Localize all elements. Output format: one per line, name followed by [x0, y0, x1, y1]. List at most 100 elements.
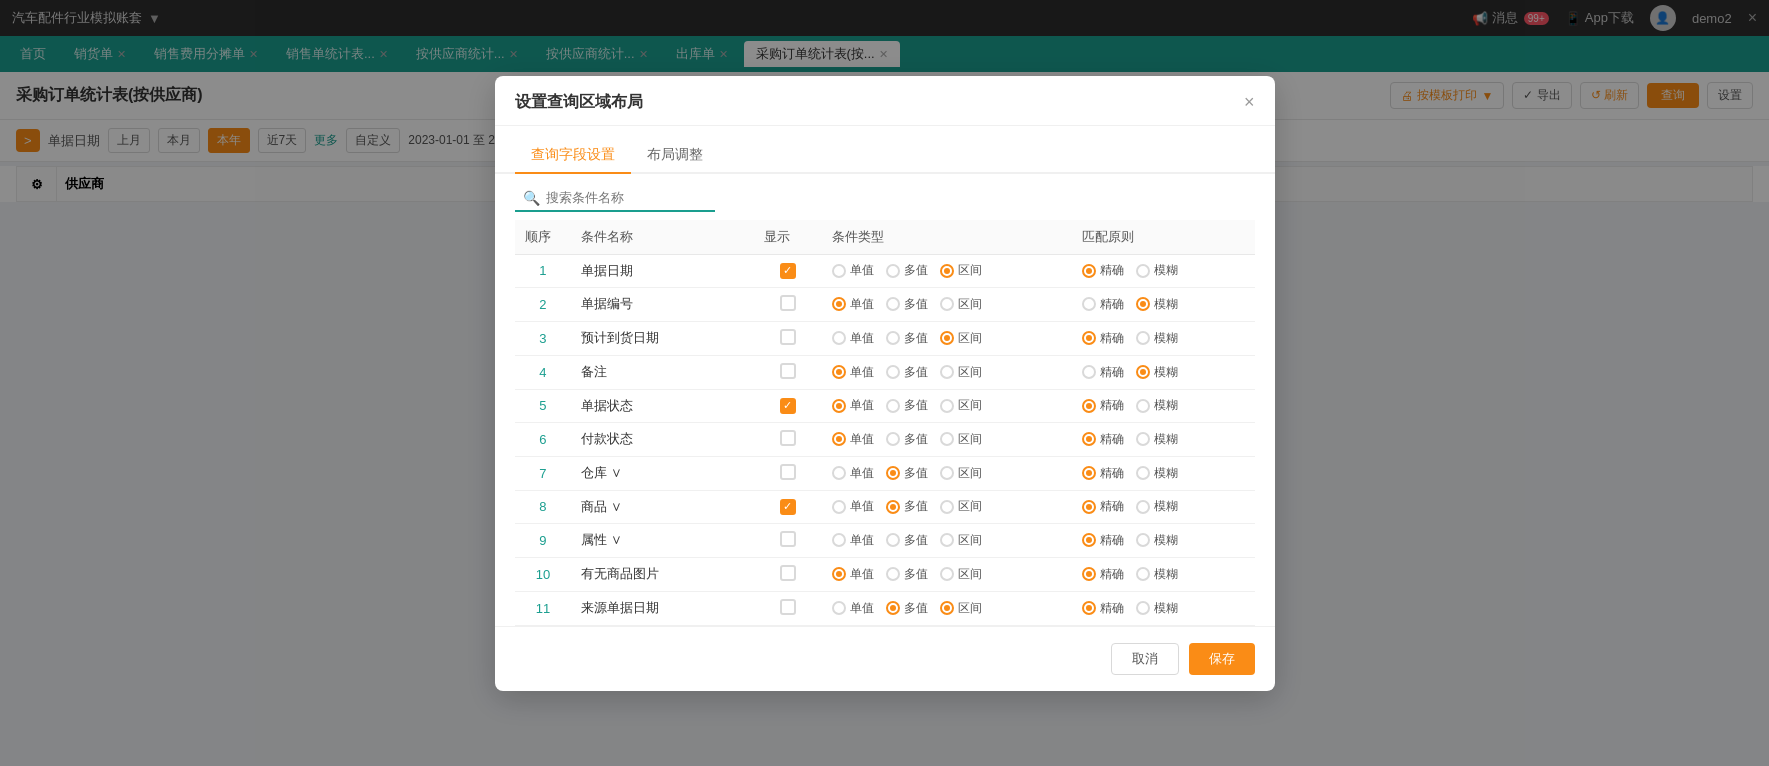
cell-show-4[interactable]	[754, 389, 822, 422]
radio-match-exact-2[interactable]: 精确	[1082, 330, 1124, 347]
radio-type-single-0[interactable]: 单值	[832, 262, 874, 279]
cell-show-2[interactable]	[754, 321, 822, 355]
radio-label-match-fuzzy-10: 模糊	[1154, 600, 1178, 617]
radio-match-exact-7[interactable]: 精确	[1082, 498, 1124, 515]
radio-circle-match-fuzzy-9	[1136, 567, 1150, 581]
radio-type-range-4[interactable]: 区间	[940, 397, 982, 414]
table-row: 9属性 ∨单值多值区间精确模糊	[515, 523, 1255, 557]
cell-order-5: 6	[515, 422, 572, 456]
modal-title: 设置查询区域布局	[515, 92, 643, 113]
radio-match-exact-10[interactable]: 精确	[1082, 600, 1124, 617]
radio-match-fuzzy-8[interactable]: 模糊	[1136, 532, 1178, 549]
radio-match-fuzzy-10[interactable]: 模糊	[1136, 600, 1178, 617]
radio-match-fuzzy-1[interactable]: 模糊	[1136, 296, 1178, 313]
radio-circle-type-single-0	[832, 264, 846, 278]
checkbox-10[interactable]	[780, 599, 796, 615]
radio-match-exact-6[interactable]: 精确	[1082, 465, 1124, 482]
cell-show-3[interactable]	[754, 355, 822, 389]
radio-type-range-2[interactable]: 区间	[940, 330, 982, 347]
radio-circle-type-multi-1	[886, 297, 900, 311]
radio-match-fuzzy-3[interactable]: 模糊	[1136, 364, 1178, 381]
cell-show-10[interactable]	[754, 591, 822, 625]
radio-type-range-5[interactable]: 区间	[940, 431, 982, 448]
radio-type-multi-0[interactable]: 多值	[886, 262, 928, 279]
checkbox-2[interactable]	[780, 329, 796, 345]
radio-type-single-3[interactable]: 单值	[832, 364, 874, 381]
radio-type-single-6[interactable]: 单值	[832, 465, 874, 482]
save-btn[interactable]: 保存	[1189, 643, 1255, 675]
checkbox-9[interactable]	[780, 565, 796, 581]
radio-label-type-multi-6: 多值	[904, 465, 928, 482]
radio-type-single-2[interactable]: 单值	[832, 330, 874, 347]
cancel-btn[interactable]: 取消	[1111, 643, 1179, 675]
checkbox-3[interactable]	[780, 363, 796, 379]
radio-match-fuzzy-6[interactable]: 模糊	[1136, 465, 1178, 482]
cell-show-8[interactable]	[754, 523, 822, 557]
radio-type-range-9[interactable]: 区间	[940, 566, 982, 583]
cell-show-6[interactable]	[754, 456, 822, 490]
radio-type-multi-2[interactable]: 多值	[886, 330, 928, 347]
radio-type-multi-6[interactable]: 多值	[886, 465, 928, 482]
radio-match-exact-9[interactable]: 精确	[1082, 566, 1124, 583]
radio-match-fuzzy-0[interactable]: 模糊	[1136, 262, 1178, 279]
checkbox-6[interactable]	[780, 464, 796, 480]
radio-type-range-10[interactable]: 区间	[940, 600, 982, 617]
radio-type-multi-9[interactable]: 多值	[886, 566, 928, 583]
radio-match-fuzzy-9[interactable]: 模糊	[1136, 566, 1178, 583]
radio-match-exact-4[interactable]: 精确	[1082, 397, 1124, 414]
radio-type-range-3[interactable]: 区间	[940, 364, 982, 381]
radio-match-exact-5[interactable]: 精确	[1082, 431, 1124, 448]
radio-type-multi-4[interactable]: 多值	[886, 397, 928, 414]
radio-label-type-multi-10: 多值	[904, 600, 928, 617]
radio-match-fuzzy-7[interactable]: 模糊	[1136, 498, 1178, 515]
radio-type-multi-1[interactable]: 多值	[886, 296, 928, 313]
radio-type-range-8[interactable]: 区间	[940, 532, 982, 549]
tab-query-settings[interactable]: 查询字段设置	[515, 138, 631, 174]
radio-type-multi-5[interactable]: 多值	[886, 431, 928, 448]
radio-match-exact-8[interactable]: 精确	[1082, 532, 1124, 549]
settings-modal: 设置查询区域布局 × 查询字段设置 布局调整 🔍	[495, 76, 1275, 691]
search-input[interactable]	[546, 190, 696, 205]
radio-type-range-6[interactable]: 区间	[940, 465, 982, 482]
radio-type-range-1[interactable]: 区间	[940, 296, 982, 313]
radio-type-single-8[interactable]: 单值	[832, 532, 874, 549]
radio-type-multi-7[interactable]: 多值	[886, 498, 928, 515]
tab-layout-adjust[interactable]: 布局调整	[631, 138, 719, 174]
cell-match-9: 精确模糊	[1072, 557, 1254, 591]
checkbox-5[interactable]	[780, 430, 796, 446]
radio-circle-type-range-5	[940, 432, 954, 446]
radio-type-single-1[interactable]: 单值	[832, 296, 874, 313]
radio-label-type-single-0: 单值	[850, 262, 874, 279]
modal-close-btn[interactable]: ×	[1244, 93, 1255, 111]
cell-show-5[interactable]	[754, 422, 822, 456]
radio-type-single-10[interactable]: 单值	[832, 600, 874, 617]
checkbox-7[interactable]	[780, 499, 796, 515]
checkbox-0[interactable]	[780, 263, 796, 279]
radio-type-multi-8[interactable]: 多值	[886, 532, 928, 549]
radio-match-exact-1[interactable]: 精确	[1082, 296, 1124, 313]
radio-type-range-0[interactable]: 区间	[940, 262, 982, 279]
radio-type-single-4[interactable]: 单值	[832, 397, 874, 414]
cell-show-1[interactable]	[754, 287, 822, 321]
radio-type-single-7[interactable]: 单值	[832, 498, 874, 515]
radio-type-single-5[interactable]: 单值	[832, 431, 874, 448]
radio-match-fuzzy-5[interactable]: 模糊	[1136, 431, 1178, 448]
radio-match-fuzzy-2[interactable]: 模糊	[1136, 330, 1178, 347]
radio-match-exact-0[interactable]: 精确	[1082, 262, 1124, 279]
cell-name-2: 预计到货日期	[571, 321, 753, 355]
checkbox-1[interactable]	[780, 295, 796, 311]
radio-type-range-7[interactable]: 区间	[940, 498, 982, 515]
radio-type-single-9[interactable]: 单值	[832, 566, 874, 583]
radio-label-type-multi-9: 多值	[904, 566, 928, 583]
cell-type-3: 单值多值区间	[822, 355, 1072, 389]
checkbox-4[interactable]	[780, 398, 796, 414]
radio-type-multi-10[interactable]: 多值	[886, 600, 928, 617]
cell-show-0[interactable]	[754, 254, 822, 287]
radio-label-type-range-9: 区间	[958, 566, 982, 583]
radio-type-multi-3[interactable]: 多值	[886, 364, 928, 381]
checkbox-8[interactable]	[780, 531, 796, 547]
radio-match-fuzzy-4[interactable]: 模糊	[1136, 397, 1178, 414]
radio-match-exact-3[interactable]: 精确	[1082, 364, 1124, 381]
cell-show-9[interactable]	[754, 557, 822, 591]
cell-show-7[interactable]	[754, 490, 822, 523]
